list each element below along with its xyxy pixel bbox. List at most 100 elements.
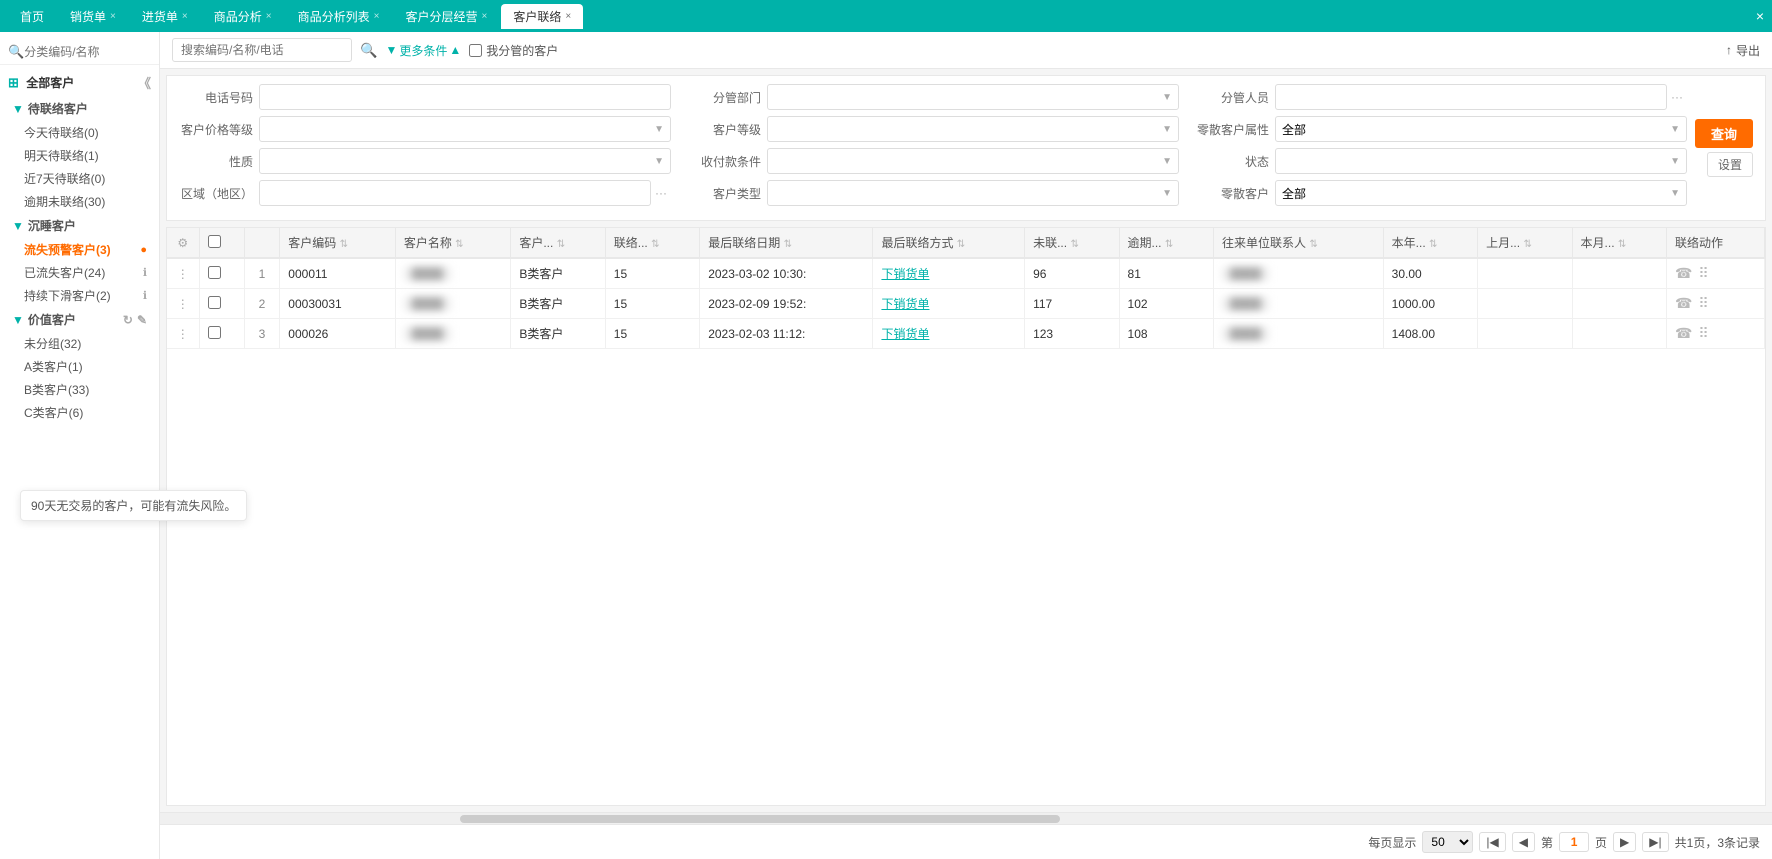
value-edit-icon[interactable]: ✎ <box>137 313 147 327</box>
action-more-icon[interactable]: ⠿ <box>1698 295 1708 312</box>
close-all-tabs-button[interactable]: × <box>1756 8 1764 24</box>
row-last-method[interactable]: 下销货单 <box>873 319 1025 349</box>
nav-tab-customer-link[interactable]: 客户联络 × <box>501 4 583 29</box>
close-analysis-icon[interactable]: × <box>266 11 272 22</box>
customers-table: ⚙ 客户编码 ⇅ 客户名称 ⇅ 客户... ⇅ <box>167 228 1765 349</box>
pagination-last-button[interactable]: ▶| <box>1642 832 1668 852</box>
table-header-code[interactable]: 客户编码 ⇅ <box>280 228 396 258</box>
filter-select-zero-attr[interactable]: 全部 ▼ <box>1275 116 1687 142</box>
filter-select-customer-type[interactable]: ▼ <box>767 180 1179 206</box>
sidebar-item-class-a[interactable]: A类客户(1) <box>0 355 159 378</box>
filter-input-phone[interactable] <box>259 84 671 110</box>
scroll-thumb[interactable] <box>460 815 1060 823</box>
row-action-cell: ☎ ⠿ <box>1666 319 1764 349</box>
filter-search-button[interactable]: 🔍 <box>360 42 377 59</box>
export-button[interactable]: ↑ 导出 <box>1726 42 1760 59</box>
region-dots-button[interactable]: ··· <box>651 186 671 200</box>
settings-button[interactable]: 设置 <box>1707 152 1753 177</box>
nav-tab-home[interactable]: 首页 <box>8 4 56 29</box>
sidebar-item-churn-actual[interactable]: 已流失客户(24) ℹ <box>0 261 159 284</box>
action-more-icon[interactable]: ⠿ <box>1698 265 1708 282</box>
sidebar-item-class-c[interactable]: C类客户(6) <box>0 401 159 424</box>
table-header-this-month[interactable]: 本月... ⇅ <box>1572 228 1666 258</box>
value-refresh-icon[interactable]: ↻ <box>123 313 133 327</box>
sidebar-all-customers[interactable]: ⊞ 全部客户 《 <box>0 69 159 96</box>
pagination-prev-button[interactable]: ◀ <box>1512 832 1535 852</box>
filter-search-input[interactable] <box>172 38 352 62</box>
table-header-name[interactable]: 客户名称 ⇅ <box>395 228 511 258</box>
filter-input-region[interactable] <box>259 180 651 206</box>
row-gear-icon[interactable]: ⋮ <box>167 319 199 349</box>
sidebar-group-churn[interactable]: ▼ 沉睡客户 <box>0 213 159 238</box>
sidebar-item-week[interactable]: 近7天待联络(0) <box>0 167 159 190</box>
close-purchase-icon[interactable]: × <box>182 11 188 22</box>
table-header-type[interactable]: 客户... ⇅ <box>511 228 605 258</box>
row-last-method[interactable]: 下销货单 <box>873 289 1025 319</box>
table-header-uncontacted[interactable]: 未联... ⇅ <box>1025 228 1119 258</box>
action-contact-icon[interactable]: ☎ <box>1675 265 1692 282</box>
more-conditions-button[interactable]: ▼ 更多条件 ▲ <box>385 42 461 59</box>
sidebar-item-overdue[interactable]: 逾期未联络(30) <box>0 190 159 213</box>
table-header-gear[interactable]: ⚙ <box>167 228 199 258</box>
query-button[interactable]: 查询 <box>1695 119 1753 148</box>
sidebar-search-input[interactable] <box>24 45 160 59</box>
table-header-last-month[interactable]: 上月... ⇅ <box>1478 228 1572 258</box>
manager-dots-button[interactable]: ··· <box>1667 90 1687 104</box>
select-all-checkbox[interactable] <box>208 235 221 248</box>
filter-select-price-level[interactable]: ▼ <box>259 116 671 142</box>
sidebar-group-pending[interactable]: ▼ 待联络客户 <box>0 96 159 121</box>
row-uncontacted: 117 <box>1025 289 1119 319</box>
sidebar-item-churn-decline[interactable]: 持续下滑客户(2) ℹ <box>0 284 159 307</box>
col-label-last-date: 最后联络日期 <box>708 236 780 250</box>
my-customers-checkbox[interactable] <box>469 44 482 57</box>
table-header-this-year[interactable]: 本年... ⇅ <box>1383 228 1477 258</box>
row-code: 000011 <box>280 258 396 289</box>
nav-tab-sales[interactable]: 销货单 × <box>58 4 128 29</box>
horizontal-scrollbar[interactable] <box>160 812 1772 824</box>
page-number-input[interactable] <box>1559 832 1589 852</box>
row-checkbox[interactable] <box>208 266 221 279</box>
sidebar-collapse-icon[interactable]: 《 <box>138 73 151 92</box>
sidebar-item-ungrouped[interactable]: 未分组(32) <box>0 332 159 355</box>
row-gear-icon[interactable]: ⋮ <box>167 258 199 289</box>
row-checkbox[interactable] <box>208 326 221 339</box>
sidebar-item-class-b[interactable]: B类客户(33) <box>0 378 159 401</box>
filter-select-nature[interactable]: ▼ <box>259 148 671 174</box>
row-checkbox[interactable] <box>208 296 221 309</box>
sidebar-item-churn-predicted[interactable]: 流失预警客户(3) ● <box>0 238 159 261</box>
col-label-code: 客户编码 <box>288 236 336 250</box>
close-analysis-list-icon[interactable]: × <box>374 11 380 22</box>
table-header-overdue[interactable]: 逾期... ⇅ <box>1119 228 1213 258</box>
close-customer-tier-icon[interactable]: × <box>481 11 487 22</box>
filter-select-customer-level[interactable]: ▼ <box>767 116 1179 142</box>
action-contact-icon[interactable]: ☎ <box>1675 325 1692 342</box>
table-header-contacts[interactable]: 往来单位联系人 ⇅ <box>1213 228 1383 258</box>
action-contact-icon[interactable]: ☎ <box>1675 295 1692 312</box>
close-customer-link-icon[interactable]: × <box>565 11 571 22</box>
row-action-cell: ☎ ⠿ <box>1666 289 1764 319</box>
sort-icon-this-month: ⇅ <box>1618 239 1626 250</box>
sidebar-item-tomorrow[interactable]: 明天待联络(1) <box>0 144 159 167</box>
filter-input-manager[interactable] <box>1275 84 1667 110</box>
close-sales-icon[interactable]: × <box>110 11 116 22</box>
my-customers-checkbox-label[interactable]: 我分管的客户 <box>469 42 558 59</box>
pagination-next-button[interactable]: ▶ <box>1613 832 1636 852</box>
nav-tab-purchase[interactable]: 进货单 × <box>130 4 200 29</box>
per-page-select[interactable]: 50 100 <box>1422 831 1473 853</box>
row-gear-icon[interactable]: ⋮ <box>167 289 199 319</box>
pagination-first-button[interactable]: |◀ <box>1479 832 1505 852</box>
table-header-last-date[interactable]: 最后联络日期 ⇅ <box>700 228 873 258</box>
action-more-icon[interactable]: ⠿ <box>1698 325 1708 342</box>
nav-tab-analysis-list[interactable]: 商品分析列表 × <box>286 4 392 29</box>
sidebar-group-value[interactable]: ▼ 价值客户 ↻ ✎ <box>0 307 159 332</box>
table-header-last-method[interactable]: 最后联络方式 ⇅ <box>873 228 1025 258</box>
table-header-contact[interactable]: 联络... ⇅ <box>605 228 699 258</box>
nav-tab-analysis[interactable]: 商品分析 × <box>202 4 284 29</box>
filter-select-dept[interactable]: ▼ <box>767 84 1179 110</box>
filter-select-zero-customer[interactable]: 全部 ▼ <box>1275 180 1687 206</box>
sidebar-item-today[interactable]: 今天待联络(0) <box>0 121 159 144</box>
filter-select-payment[interactable]: ▼ <box>767 148 1179 174</box>
filter-select-status[interactable]: ▼ <box>1275 148 1687 174</box>
row-last-method[interactable]: 下销货单 <box>873 258 1025 289</box>
nav-tab-customer-tier[interactable]: 客户分层经营 × <box>393 4 499 29</box>
